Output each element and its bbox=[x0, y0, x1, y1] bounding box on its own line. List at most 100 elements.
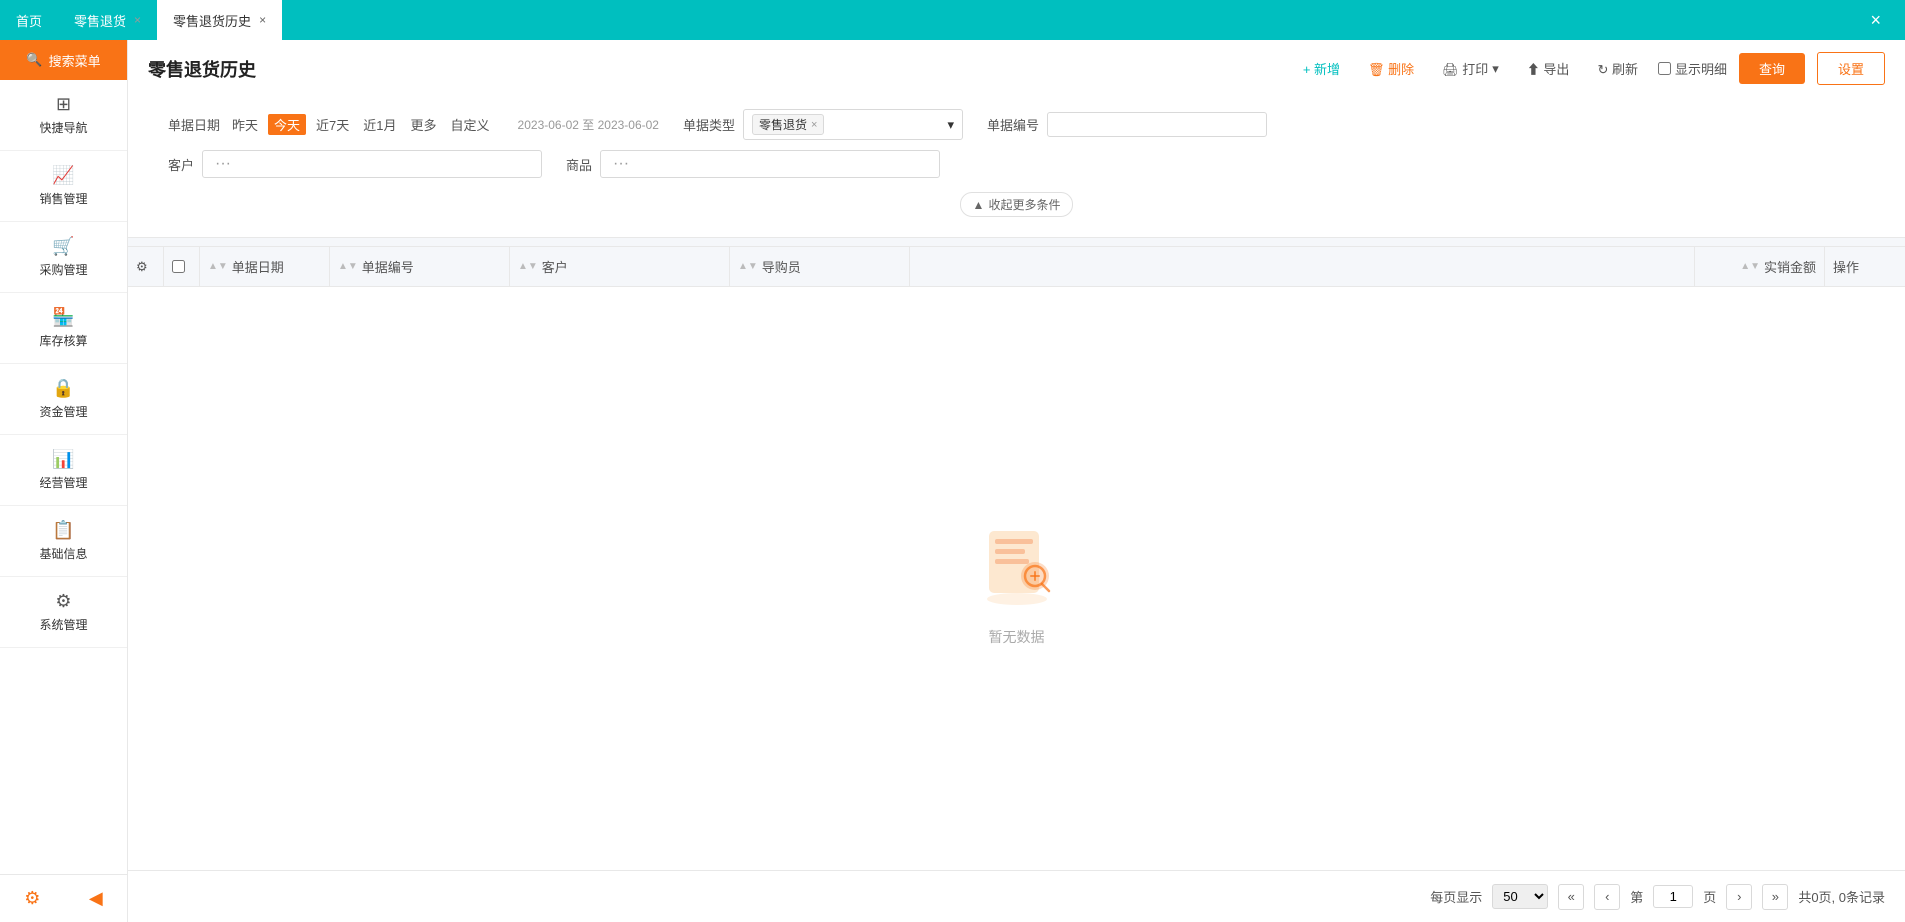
sort-asc-icon[interactable]: ▲▼ bbox=[208, 261, 228, 272]
date-filter: 单据日期 昨天 今天 近7天 近1月 更多 自定义 bbox=[168, 114, 494, 135]
filter-area: 单据日期 昨天 今天 近7天 近1月 更多 自定义 2023-06-02 至 2… bbox=[148, 97, 1885, 237]
page-size-select[interactable]: 50 100 200 bbox=[1492, 884, 1548, 909]
collapse-button[interactable]: ▲ 收起更多条件 bbox=[960, 192, 1074, 217]
empty-text: 暂无数据 bbox=[989, 627, 1045, 647]
sidebar-search-label: 搜索菜单 bbox=[49, 51, 101, 70]
sidebar-item-finance-mgmt[interactable]: 🔒 资金管理 bbox=[0, 364, 127, 435]
sidebar-item-basic-info[interactable]: 📋 基础信息 bbox=[0, 506, 127, 577]
type-filter-label: 单据类型 bbox=[683, 115, 735, 134]
sidebar-bottom: ⚙ ◀ bbox=[0, 874, 127, 922]
last-page-button[interactable]: » bbox=[1762, 884, 1788, 910]
type-tag-value: 零售退货 bbox=[759, 116, 807, 133]
last-page-icon: » bbox=[1772, 889, 1779, 904]
refresh-button[interactable]: ↻ 刷新 bbox=[1589, 55, 1646, 82]
sidebar-item-inventory-calc[interactable]: 🏪 库存核算 bbox=[0, 293, 127, 364]
tab-retail-return[interactable]: 零售退货 × bbox=[58, 0, 157, 40]
goods-select[interactable]: ··· bbox=[600, 150, 940, 178]
top-bar-right: × bbox=[1862, 10, 1905, 31]
type-select[interactable]: 零售退货 × ▾ bbox=[743, 109, 963, 140]
print-button[interactable]: 🖨 打印 ▾ bbox=[1434, 55, 1507, 82]
type-filter: 单据类型 零售退货 × ▾ bbox=[683, 109, 963, 140]
purchase-icon: 🛒 bbox=[52, 236, 74, 257]
empty-icon bbox=[967, 511, 1067, 611]
quick-nav-icon: ⊞ bbox=[56, 94, 71, 115]
settings-button[interactable]: 设置 bbox=[1817, 52, 1885, 85]
tab-list: 首页 零售退货 × 零售退货历史 × bbox=[0, 0, 1862, 40]
basic-info-icon: 📋 bbox=[52, 520, 74, 541]
tab-home[interactable]: 首页 bbox=[0, 0, 58, 40]
table-header: ⚙ ▲▼ 单据日期 ▲▼ 单据编号 ▲▼ 客户 ▲▼ bbox=[128, 246, 1905, 287]
shortcut-1month[interactable]: 近1月 bbox=[359, 114, 400, 135]
pagination: 每页显示 50 100 200 « ‹ 第 页 › bbox=[128, 870, 1905, 922]
sidebar-item-label: 系统管理 bbox=[39, 616, 87, 633]
new-button[interactable]: + 新增 bbox=[1295, 55, 1348, 82]
query-button[interactable]: 查询 bbox=[1739, 53, 1805, 84]
system-icon: ⚙ bbox=[55, 591, 71, 612]
customer-ellipsis[interactable]: ··· bbox=[211, 155, 235, 173]
type-tag-close[interactable]: × bbox=[811, 119, 817, 131]
sidebar-item-purchase-mgmt[interactable]: 🛒 采购管理 bbox=[0, 222, 127, 293]
shortcut-yesterday[interactable]: 昨天 bbox=[228, 114, 262, 135]
display-toggle-checkbox[interactable] bbox=[1658, 62, 1671, 75]
export-button-label: ⬆ 导出 bbox=[1527, 59, 1570, 78]
shortcut-today[interactable]: 今天 bbox=[268, 114, 306, 135]
date-range-text: 2023-06-02 至 2023-06-02 bbox=[518, 116, 659, 133]
page-title-row: 零售退货历史 + 新增 🗑 删除 🖨 打印 ▾ ⬆ 导出 bbox=[148, 52, 1885, 85]
sort-guide-icon[interactable]: ▲▼ bbox=[738, 261, 758, 272]
th-amount: ▲▼ 实销金额 bbox=[1695, 247, 1825, 286]
finance-icon: 🔒 bbox=[52, 378, 74, 399]
top-bar: 首页 零售退货 × 零售退货历史 × × bbox=[0, 0, 1905, 40]
shortcut-custom[interactable]: 自定义 bbox=[447, 114, 494, 135]
shortcut-7days[interactable]: 近7天 bbox=[312, 114, 353, 135]
window-close-button[interactable]: × bbox=[1862, 10, 1889, 31]
filter-row-2: 客户 ··· 商品 ··· bbox=[168, 150, 1865, 178]
date-filter-label: 单据日期 bbox=[168, 115, 220, 134]
sidebar-item-quick-nav[interactable]: ⊞ 快捷导航 bbox=[0, 80, 127, 151]
first-page-button[interactable]: « bbox=[1558, 884, 1584, 910]
collapse-icon: ▲ bbox=[973, 198, 985, 212]
sidebar-settings-button[interactable]: ⚙ bbox=[24, 888, 40, 909]
new-button-label: + 新增 bbox=[1303, 59, 1340, 78]
next-page-button[interactable]: › bbox=[1726, 884, 1752, 910]
sidebar-search[interactable]: 🔍 搜索菜单 bbox=[0, 40, 127, 80]
customer-select[interactable]: ··· bbox=[202, 150, 542, 178]
select-all-checkbox[interactable] bbox=[172, 260, 185, 273]
goods-filter-label: 商品 bbox=[566, 155, 592, 174]
sidebar-item-label: 快捷导航 bbox=[39, 119, 87, 136]
delete-button-label: 🗑 删除 bbox=[1368, 59, 1414, 78]
operation-icon: 📊 bbox=[52, 449, 74, 470]
first-page-icon: « bbox=[1568, 889, 1575, 904]
print-dropdown-icon: ▾ bbox=[1492, 61, 1499, 77]
toolbar: + 新增 🗑 删除 🖨 打印 ▾ ⬆ 导出 ↻ 刷新 bbox=[1295, 52, 1885, 85]
prev-page-icon: ‹ bbox=[1605, 889, 1609, 904]
page-number-input[interactable] bbox=[1653, 885, 1693, 908]
page-label: 第 bbox=[1630, 887, 1643, 906]
tab-retail-return-history-close[interactable]: × bbox=[259, 13, 266, 27]
table-settings-icon[interactable]: ⚙ bbox=[136, 259, 148, 275]
collapse-label: 收起更多条件 bbox=[988, 196, 1060, 213]
sidebar-item-system-mgmt[interactable]: ⚙ 系统管理 bbox=[0, 577, 127, 648]
total-label: 共0页, 0条记录 bbox=[1798, 887, 1885, 906]
main-layout: 🔍 搜索菜单 ⊞ 快捷导航 📈 销售管理 🛒 采购管理 🏪 库存核算 🔒 bbox=[0, 40, 1905, 922]
tab-retail-return-history[interactable]: 零售退货历史 × bbox=[157, 0, 282, 40]
tab-retail-return-history-label: 零售退货历史 bbox=[173, 11, 251, 30]
sidebar-item-operation-mgmt[interactable]: 📊 经营管理 bbox=[0, 435, 127, 506]
empty-state: 暂无数据 bbox=[128, 287, 1905, 870]
search-icon: 🔍 bbox=[26, 52, 42, 68]
sidebar-item-sales-mgmt[interactable]: 📈 销售管理 bbox=[0, 151, 127, 222]
tab-retail-return-close[interactable]: × bbox=[134, 13, 141, 27]
shortcut-more[interactable]: 更多 bbox=[407, 114, 441, 135]
type-select-dropdown-icon: ▾ bbox=[947, 117, 954, 133]
refresh-button-label: ↻ 刷新 bbox=[1597, 59, 1638, 78]
sort-number-icon[interactable]: ▲▼ bbox=[338, 261, 358, 272]
th-number: ▲▼ 单据编号 bbox=[330, 247, 510, 286]
sort-customer-icon[interactable]: ▲▼ bbox=[518, 261, 538, 272]
export-button[interactable]: ⬆ 导出 bbox=[1519, 55, 1578, 82]
prev-page-button[interactable]: ‹ bbox=[1594, 884, 1620, 910]
page-unit-label: 页 bbox=[1703, 887, 1716, 906]
voucher-input[interactable] bbox=[1047, 112, 1267, 137]
sidebar-collapse-button[interactable]: ◀ bbox=[89, 888, 103, 909]
goods-ellipsis[interactable]: ··· bbox=[609, 155, 633, 173]
sort-amount-icon[interactable]: ▲▼ bbox=[1740, 261, 1760, 272]
delete-button[interactable]: 🗑 删除 bbox=[1360, 55, 1422, 82]
